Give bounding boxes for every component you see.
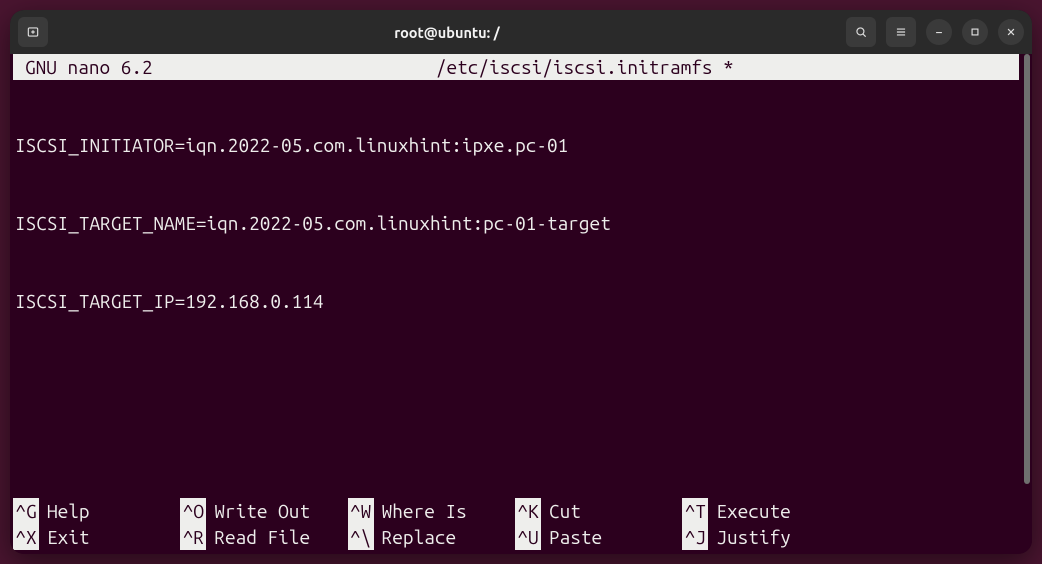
scrollbar[interactable] xyxy=(1022,54,1032,554)
shortcut-key: ^O xyxy=(180,498,206,524)
shortcut-key: ^T xyxy=(682,498,708,524)
shortcut-desc: Where Is xyxy=(382,498,467,524)
maximize-icon xyxy=(968,25,982,39)
search-button[interactable] xyxy=(846,17,876,47)
shortcut-whereis: ^W Where Is xyxy=(348,498,515,524)
shortcut-help: ^G Help xyxy=(13,498,180,524)
shortcut-desc: Help xyxy=(47,498,90,524)
minimize-button[interactable] xyxy=(926,19,952,45)
shortcut-cut: ^K Cut xyxy=(515,498,682,524)
shortcut-key: ^J xyxy=(682,524,708,550)
shortcut-readfile: ^R Read File xyxy=(180,524,347,550)
shortcut-paste: ^U Paste xyxy=(515,524,682,550)
shortcut-justify: ^J Justify xyxy=(682,524,849,550)
shortcut-key: ^R xyxy=(180,524,206,550)
shortcut-desc: Justify xyxy=(716,524,790,550)
terminal-window: root@ubuntu: / GNU nano 6.2 /etc/iscsi/i… xyxy=(10,10,1032,554)
nano-app-name: GNU nano 6.2 xyxy=(25,54,153,80)
shortcut-key: ^K xyxy=(515,498,541,524)
shortcut-desc: Execute xyxy=(716,498,790,524)
new-tab-button[interactable] xyxy=(18,17,48,47)
titlebar-right xyxy=(846,17,1024,47)
shortcut-writeout: ^O Write Out xyxy=(180,498,347,524)
search-icon xyxy=(854,25,868,39)
shortcut-key: ^X xyxy=(13,524,39,550)
editor-line: ISCSI_TARGET_NAME=iqn.2022-05.com.linuxh… xyxy=(15,210,1017,236)
close-button[interactable] xyxy=(998,19,1024,45)
nano-header: GNU nano 6.2 /etc/iscsi/iscsi.initramfs … xyxy=(13,54,1019,80)
titlebar: root@ubuntu: / xyxy=(10,10,1032,54)
shortcut-desc: Exit xyxy=(47,524,90,550)
shortcut-key: ^\ xyxy=(348,524,374,550)
editor-line: ISCSI_INITIATOR=iqn.2022-05.com.linuxhin… xyxy=(15,132,1017,158)
editor-content[interactable]: ISCSI_INITIATOR=iqn.2022-05.com.linuxhin… xyxy=(13,80,1019,498)
shortcut-key: ^W xyxy=(348,498,374,524)
shortcut-desc: Replace xyxy=(382,524,456,550)
menu-button[interactable] xyxy=(886,17,916,47)
close-icon xyxy=(1004,25,1018,39)
nano-shortcut-bar: ^G Help ^O Write Out ^W Where Is ^K Cut … xyxy=(13,498,1019,552)
nano-file-path: /etc/iscsi/iscsi.initramfs * xyxy=(153,54,1017,80)
shortcut-desc: Cut xyxy=(549,498,581,524)
terminal-area[interactable]: GNU nano 6.2 /etc/iscsi/iscsi.initramfs … xyxy=(10,54,1032,554)
shortcut-exit: ^X Exit xyxy=(13,524,180,550)
shortcut-key: ^G xyxy=(13,498,39,524)
shortcut-replace: ^\ Replace xyxy=(348,524,515,550)
window-title: root@ubuntu: / xyxy=(54,24,840,41)
new-tab-icon xyxy=(26,25,40,39)
shortcut-key: ^U xyxy=(515,524,541,550)
hamburger-icon xyxy=(894,25,908,39)
maximize-button[interactable] xyxy=(962,19,988,45)
shortcut-desc: Read File xyxy=(214,524,310,550)
shortcut-desc: Paste xyxy=(549,524,602,550)
editor-line: ISCSI_TARGET_IP=192.168.0.114 xyxy=(15,288,1017,314)
scrollbar-thumb[interactable] xyxy=(1024,54,1030,484)
minimize-icon xyxy=(932,25,946,39)
shortcut-execute: ^T Execute xyxy=(682,498,849,524)
shortcut-desc: Write Out xyxy=(214,498,310,524)
